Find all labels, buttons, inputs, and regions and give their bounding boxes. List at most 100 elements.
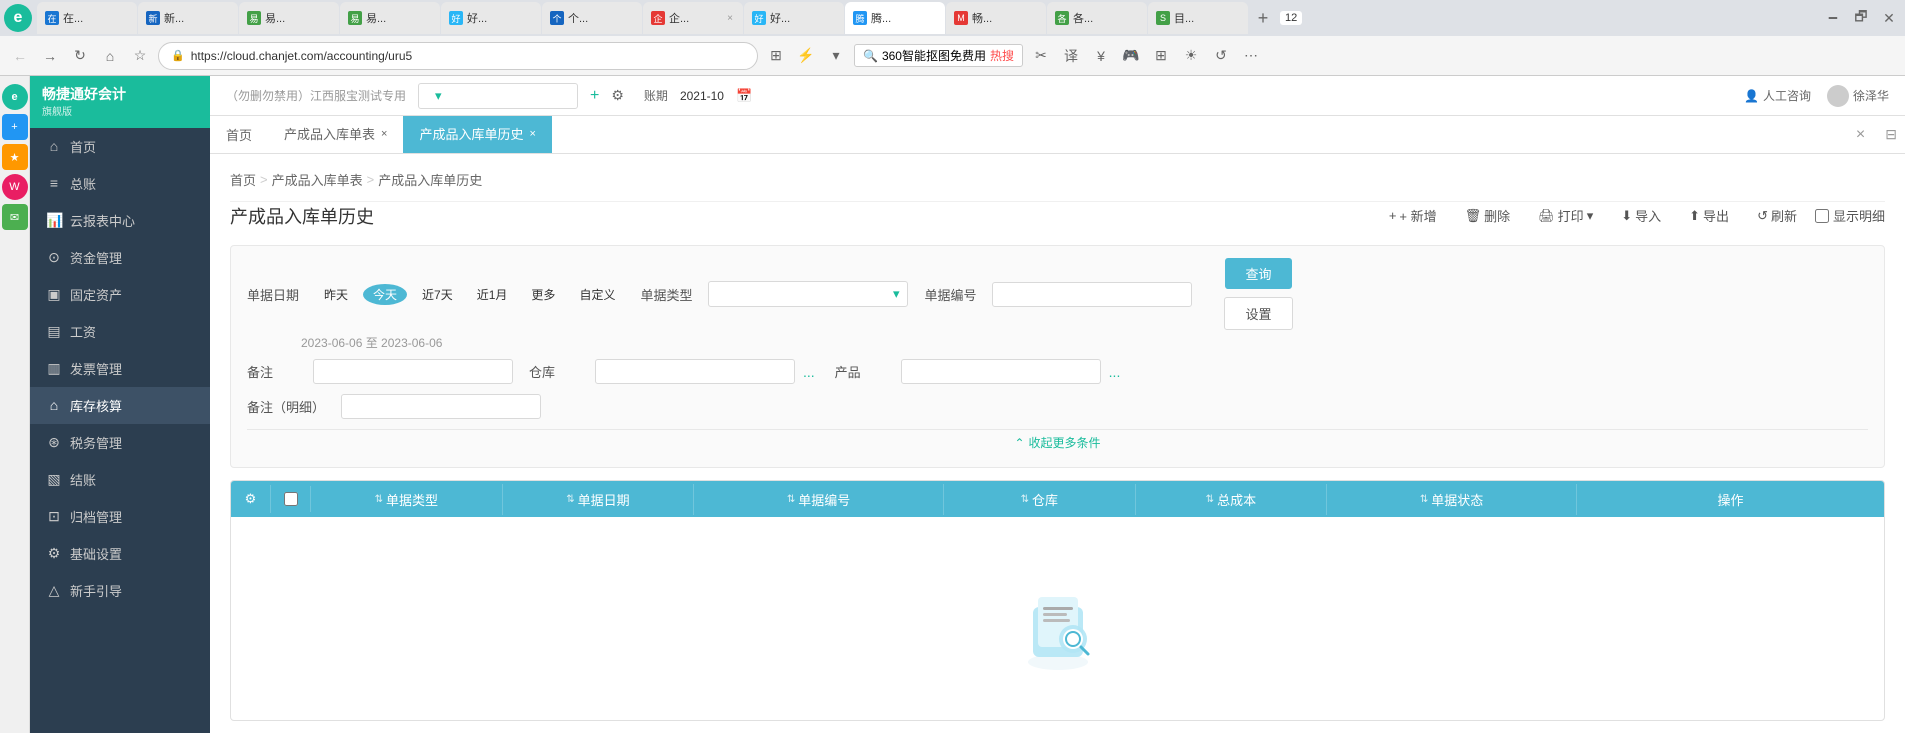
menu-btn[interactable]: ⋯ xyxy=(1239,44,1263,68)
sidebar-item-closing[interactable]: ▧ 结账 xyxy=(30,461,210,498)
sidebar-item-reports[interactable]: 📊 云报表中心 xyxy=(30,202,210,239)
yen-btn[interactable]: ¥ xyxy=(1089,44,1113,68)
export-btn[interactable]: ⬆ 导出 xyxy=(1679,202,1739,229)
th-status[interactable]: ⇅ 单据状态 xyxy=(1327,484,1577,515)
sidebar-item-basic[interactable]: ⚙ 基础设置 xyxy=(30,535,210,572)
panel-expand-btn[interactable]: ⊟ xyxy=(1877,126,1905,143)
date-btn-today[interactable]: 今天 xyxy=(363,284,407,305)
product-dots-btn[interactable]: ... xyxy=(1105,364,1125,380)
browser-tab-2[interactable]: 新 新... xyxy=(138,2,238,34)
company-dropdown[interactable]: ▾ xyxy=(418,83,578,109)
url-bar[interactable]: 🔒 https://cloud.chanjet.com/accounting/u… xyxy=(158,42,758,70)
browser-tab-1[interactable]: 在 在... xyxy=(37,2,137,34)
scissors-btn[interactable]: ✂ xyxy=(1029,44,1053,68)
bookmark-button[interactable]: ☆ xyxy=(128,44,152,68)
home-browser-button[interactable]: ⌂ xyxy=(98,44,122,68)
remark-input[interactable] xyxy=(313,359,513,384)
page-tab-2-close-btn[interactable]: × xyxy=(529,128,535,140)
lightning-button[interactable]: ⚡ xyxy=(794,44,818,68)
browser-tab-10[interactable]: M 畅... xyxy=(946,2,1046,34)
detail-remark-input[interactable] xyxy=(341,394,541,419)
th-cost[interactable]: ⇅ 总成本 xyxy=(1136,484,1328,515)
refresh-btn[interactable]: ↺ 刷新 xyxy=(1747,202,1807,229)
sidebar-item-assets[interactable]: ▣ 固定资产 xyxy=(30,276,210,313)
app-icon-5[interactable]: ✉ xyxy=(2,204,28,230)
browser-tab-8[interactable]: 好 好... xyxy=(744,2,844,34)
extensions-button[interactable]: ⊞ xyxy=(764,44,788,68)
sidebar-item-more[interactable]: △ 新手引导 xyxy=(30,572,210,609)
th-warehouse[interactable]: ⇅ 仓库 xyxy=(944,484,1136,515)
breadcrumb-home[interactable]: 首页 xyxy=(230,170,256,189)
panel-close-btn[interactable]: × xyxy=(1844,126,1877,144)
calendar-icon[interactable]: 📅 xyxy=(736,88,752,104)
th-gear[interactable]: ⚙ xyxy=(231,485,271,513)
breadcrumb-parent[interactable]: 产成品入库单表 xyxy=(272,170,363,189)
collapse-btn[interactable]: ⌃ 收起更多条件 xyxy=(247,429,1868,455)
app-icon-2[interactable]: + xyxy=(2,114,28,140)
app-icon-4[interactable]: W xyxy=(2,174,28,200)
browser-tab-3[interactable]: 易 易... xyxy=(239,2,339,34)
sidebar-item-inventory[interactable]: ⌂ 库存核算 xyxy=(30,387,210,424)
browser-tab-5[interactable]: 好 好... xyxy=(441,2,541,34)
set-button[interactable]: 设置 xyxy=(1224,297,1292,330)
th-check[interactable] xyxy=(271,486,311,512)
sidebar-item-invoice[interactable]: ▥ 发票管理 xyxy=(30,350,210,387)
browser-tab-6[interactable]: 个 个... xyxy=(542,2,642,34)
user-service-btn[interactable]: 👤 人工咨询 xyxy=(1744,87,1811,104)
close-window-btn[interactable]: ✕ xyxy=(1877,6,1901,30)
app-logo-icon[interactable]: e xyxy=(4,4,32,32)
browser-tab-11[interactable]: 各 各... xyxy=(1047,2,1147,34)
dropdown-button[interactable]: ▾ xyxy=(824,44,848,68)
th-type[interactable]: ⇅ 单据类型 xyxy=(311,484,503,515)
restore-window-btn[interactable]: 🗕 xyxy=(1821,6,1845,30)
th-number[interactable]: ⇅ 单据编号 xyxy=(694,484,944,515)
back-button[interactable]: ← xyxy=(8,44,32,68)
print-btn[interactable]: 🖨 打印 ▾ xyxy=(1528,202,1603,229)
number-input[interactable] xyxy=(992,282,1192,307)
app-icon-3[interactable]: ★ xyxy=(2,144,28,170)
warehouse-dots-btn[interactable]: ... xyxy=(799,364,819,380)
sidebar-item-tax[interactable]: ⊛ 税务管理 xyxy=(30,424,210,461)
date-btn-1month[interactable]: 近1月 xyxy=(468,283,517,306)
warehouse-input[interactable] xyxy=(595,359,795,384)
query-button[interactable]: 查询 xyxy=(1225,258,1291,289)
brightness-btn[interactable]: ☀ xyxy=(1179,44,1203,68)
browser-tab-4[interactable]: 易 易... xyxy=(340,2,440,34)
app-icon-1[interactable]: e xyxy=(2,84,28,110)
browser-tab-7[interactable]: 企 企... × xyxy=(643,2,743,34)
sidebar-item-home[interactable]: ⌂ 首页 xyxy=(30,128,210,165)
type-select[interactable]: ▾ xyxy=(708,281,908,307)
page-tab-1[interactable]: 产成品入库单表 × xyxy=(268,116,403,153)
browser-tab-12[interactable]: S 目... xyxy=(1148,2,1248,34)
date-btn-custom[interactable]: 自定义 xyxy=(570,283,624,306)
new-tab-button[interactable]: + xyxy=(1249,4,1277,32)
product-input[interactable] xyxy=(901,359,1101,384)
sidebar-item-archive[interactable]: ⊡ 归档管理 xyxy=(30,498,210,535)
add-company-btn[interactable]: + xyxy=(590,87,599,105)
show-cols-input[interactable] xyxy=(1815,209,1829,223)
undo-btn[interactable]: ↺ xyxy=(1209,44,1233,68)
import-btn[interactable]: ⬇ 导入 xyxy=(1611,202,1671,229)
user-avatar[interactable]: 徐泽华 xyxy=(1827,85,1889,107)
date-btn-more[interactable]: 更多 xyxy=(522,283,564,306)
sidebar-item-funds[interactable]: ⊙ 资金管理 xyxy=(30,239,210,276)
page-tab-home[interactable]: 首页 xyxy=(210,117,268,152)
new-btn[interactable]: + + 新增 xyxy=(1379,202,1447,229)
refresh-browser-button[interactable]: ↻ xyxy=(68,44,92,68)
page-tab-2[interactable]: 产成品入库单历史 × xyxy=(403,116,551,153)
page-tab-1-close-btn[interactable]: × xyxy=(381,128,387,140)
maximize-window-btn[interactable]: 🗗 xyxy=(1849,6,1873,30)
sidebar-item-ledger[interactable]: ≡ 总账 xyxy=(30,165,210,202)
search-bar[interactable]: 🔍 360智能抠图免费用 热搜 xyxy=(854,44,1023,67)
grid-btn[interactable]: ⊞ xyxy=(1149,44,1173,68)
sidebar-item-payroll[interactable]: ▤ 工资 xyxy=(30,313,210,350)
date-btn-yesterday[interactable]: 昨天 xyxy=(315,283,357,306)
settings-btn[interactable]: ⚙ xyxy=(611,87,624,104)
game-btn[interactable]: 🎮 xyxy=(1119,44,1143,68)
browser-tab-9[interactable]: 腾 腾... xyxy=(845,2,945,34)
th-date[interactable]: ⇅ 单据日期 xyxy=(503,484,695,515)
translate-btn[interactable]: 译 xyxy=(1059,44,1083,68)
forward-button[interactable]: → xyxy=(38,44,62,68)
show-cols-checkbox[interactable]: 显示明细 xyxy=(1815,206,1885,225)
select-all-checkbox[interactable] xyxy=(284,492,298,506)
